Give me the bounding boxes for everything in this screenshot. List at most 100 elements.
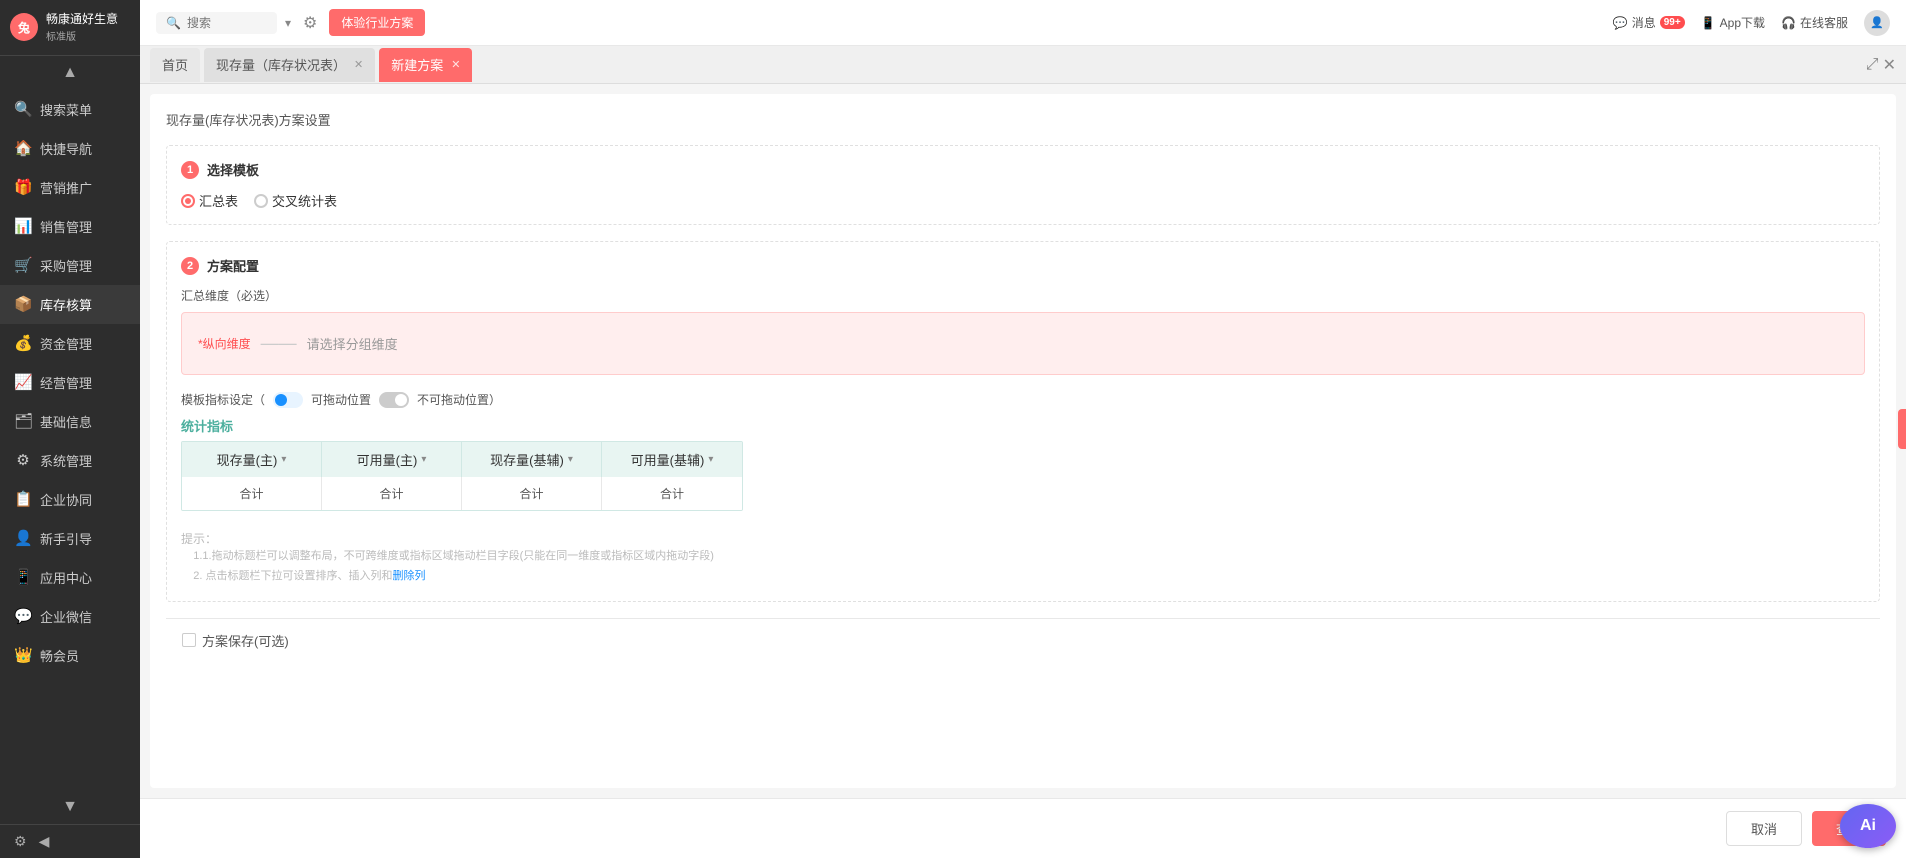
new-plan-tab-close[interactable]: ✕ <box>451 58 460 71</box>
sidebar-item-label: 库存核算 <box>40 295 92 314</box>
search-icon: 🔍 <box>14 100 32 118</box>
sidebar-scroll-top[interactable]: ▲ <box>0 56 140 90</box>
stats-col-0[interactable]: 现存量(主) ▾ <box>182 442 322 477</box>
sidebar-item-system[interactable]: ⚙ 系统管理 <box>0 441 140 480</box>
sidebar-item-label: 系统管理 <box>40 451 92 470</box>
settings-icon[interactable]: ⚙ <box>14 833 27 850</box>
sidebar-item-inventory[interactable]: 📦 库存核算 <box>0 285 140 324</box>
stats-col-2[interactable]: 现存量(基辅) ▾ <box>462 442 602 477</box>
radio-cross[interactable]: 交叉统计表 <box>254 191 337 210</box>
app-edition: 标准版 <box>46 28 118 43</box>
main-area: 🔍 ▾ ⚙ 体验行业方案 💬 消息 99+ 📱 App下载 🎧 在线客服 👤 <box>140 0 1906 858</box>
stats-col-1[interactable]: 可用量(主) ▾ <box>322 442 462 477</box>
tab-inventory[interactable]: 现存量（库存状况表） ✕ <box>204 48 375 82</box>
stats-body: 合计 合计 合计 合计 <box>182 477 742 510</box>
tab-home[interactable]: 首页 <box>150 48 200 82</box>
topbar-settings-btn[interactable]: ⚙ <box>299 9 321 37</box>
message-icon: 💬 <box>1613 16 1628 30</box>
crown-icon: 👑 <box>14 646 32 664</box>
stats-body-cell-3: 合计 <box>602 477 742 510</box>
sidebar-item-label: 营销推广 <box>40 178 92 197</box>
search-input[interactable] <box>187 16 267 30</box>
app-download-label: App下载 <box>1720 14 1765 31</box>
radio-summary-circle <box>181 194 195 208</box>
section1-header: 1 选择模板 <box>181 160 1865 179</box>
sidebar-item-apps[interactable]: 📱 应用中心 <box>0 558 140 597</box>
tabs-bar: 首页 现存量（库存状况表） ✕ 新建方案 ✕ ⤢ ✕ <box>140 46 1906 84</box>
sidebar-item-marketing[interactable]: 🎁 营销推广 <box>0 168 140 207</box>
chevron-down-icon: ▾ <box>281 454 286 465</box>
sidebar-item-label: 经营管理 <box>40 373 92 392</box>
sidebar-item-guide[interactable]: 👤 新手引导 <box>0 519 140 558</box>
sidebar-nav: 🔍 搜索菜单 🏠 快捷导航 🎁 营销推广 📊 销售管理 🛒 采购管理 📦 库存核… <box>0 90 140 790</box>
tips-section: 提示： 1.1.拖动标题栏可以调整布局，不可跨维度或指标区域拖动栏目字段(只能在… <box>181 530 1865 587</box>
home-icon: 🏠 <box>14 139 32 157</box>
indicator-fixed-text: 不可拖动位置） <box>417 391 501 408</box>
collapse-icon[interactable]: ◀ <box>39 833 50 850</box>
trending-icon: 📈 <box>14 373 32 391</box>
scroll-up-btn[interactable]: ▲ <box>58 60 82 86</box>
indicator-toggle-fixed[interactable] <box>379 392 409 408</box>
sidebar-item-label: 资金管理 <box>40 334 92 353</box>
dimension-label: 汇总维度（必选） <box>181 287 1865 304</box>
topbar: 🔍 ▾ ⚙ 体验行业方案 💬 消息 99+ 📱 App下载 🎧 在线客服 👤 <box>140 0 1906 46</box>
sidebar-item-sales[interactable]: 📊 销售管理 <box>0 207 140 246</box>
download-icon: 📱 <box>1701 16 1716 30</box>
indicator-draggable-text: 可拖动位置 <box>311 391 371 408</box>
right-panel-handle[interactable] <box>1898 409 1906 449</box>
sidebar-item-label: 新手引导 <box>40 529 92 548</box>
stats-col-3[interactable]: 可用量(基辅) ▾ <box>602 442 742 477</box>
save-checkbox-row: 方案保存(可选) <box>166 618 1880 662</box>
sidebar-item-cooperation[interactable]: 📋 企业协同 <box>0 480 140 519</box>
online-service-btn[interactable]: 🎧 在线客服 <box>1781 14 1848 31</box>
sidebar-item-finance[interactable]: 💰 资金管理 <box>0 324 140 363</box>
radio-summary[interactable]: 汇总表 <box>181 191 238 210</box>
dimension-arrow: —— <box>261 333 297 354</box>
ai-button[interactable]: Ai <box>1840 804 1896 848</box>
close-panel-btn[interactable]: ✕ <box>1883 55 1896 75</box>
sidebar-item-label: 基础信息 <box>40 412 92 431</box>
sidebar-item-label: 快捷导航 <box>40 139 92 158</box>
cancel-btn[interactable]: 取消 <box>1726 811 1802 846</box>
sidebar-item-member[interactable]: 👑 畅会员 <box>0 636 140 675</box>
person-icon: 👤 <box>14 529 32 547</box>
notification-badge: 99+ <box>1660 16 1685 29</box>
sidebar: 兔 畅康通好生意 标准版 ▲ 🔍 搜索菜单 🏠 快捷导航 🎁 营销推广 📊 销售… <box>0 0 140 858</box>
sidebar-item-purchase[interactable]: 🛒 采购管理 <box>0 246 140 285</box>
stats-table: 现存量(主) ▾ 可用量(主) ▾ 现存量(基辅) ▾ <box>181 441 743 511</box>
indicator-toggle-draggable[interactable] <box>273 392 303 408</box>
content: 现存量(库存状况表)方案设置 1 选择模板 汇总表 交叉统计表 <box>140 84 1906 798</box>
dimension-zone[interactable]: *纵向维度 —— 请选择分组维度 <box>181 312 1865 375</box>
search-dropdown-btn[interactable]: ▾ <box>285 16 291 30</box>
footer-bar: 取消 查询 <box>140 798 1906 858</box>
stats-col-0-label: 现存量(主) <box>217 450 278 469</box>
message-label: 消息 <box>1632 14 1656 31</box>
scroll-down-btn[interactable]: ▼ <box>58 794 82 820</box>
sidebar-item-quick-nav[interactable]: 🏠 快捷导航 <box>0 129 140 168</box>
radio-summary-label: 汇总表 <box>199 191 238 210</box>
sidebar-scroll-bottom[interactable]: ▼ <box>0 790 140 824</box>
trial-btn[interactable]: 体验行业方案 <box>329 9 425 36</box>
folder-icon: 🗂 <box>14 412 32 430</box>
inventory-tab-close[interactable]: ✕ <box>354 58 363 71</box>
topbar-search[interactable]: 🔍 <box>156 12 277 34</box>
save-checkbox[interactable] <box>182 633 196 647</box>
app-download-btn[interactable]: 📱 App下载 <box>1701 14 1765 31</box>
message-btn[interactable]: 💬 消息 99+ <box>1613 14 1685 31</box>
indicator-section: 模板指标设定（ 可拖动位置 不可拖动位置） <box>181 391 1865 408</box>
tab-new-plan[interactable]: 新建方案 ✕ <box>379 48 472 82</box>
avatar[interactable]: 👤 <box>1864 10 1890 36</box>
maximize-btn[interactable]: ⤢ <box>1866 56 1879 74</box>
sidebar-item-operation[interactable]: 📈 经营管理 <box>0 363 140 402</box>
sidebar-item-basic[interactable]: 🗂 基础信息 <box>0 402 140 441</box>
page-title: 现存量(库存状况表)方案设置 <box>166 110 1880 129</box>
sidebar-item-wechat[interactable]: 💬 企业微信 <box>0 597 140 636</box>
sidebar-item-search[interactable]: 🔍 搜索菜单 <box>0 90 140 129</box>
home-tab-label: 首页 <box>162 55 188 74</box>
chevron-down-icon: ▾ <box>568 454 573 465</box>
inventory-tab-label: 现存量（库存状况表） <box>216 55 346 74</box>
gear-icon: ⚙ <box>14 451 32 469</box>
search-icon: 🔍 <box>166 16 181 30</box>
section2-header: 2 方案配置 <box>181 256 1865 275</box>
mobile-icon: 📱 <box>14 568 32 586</box>
